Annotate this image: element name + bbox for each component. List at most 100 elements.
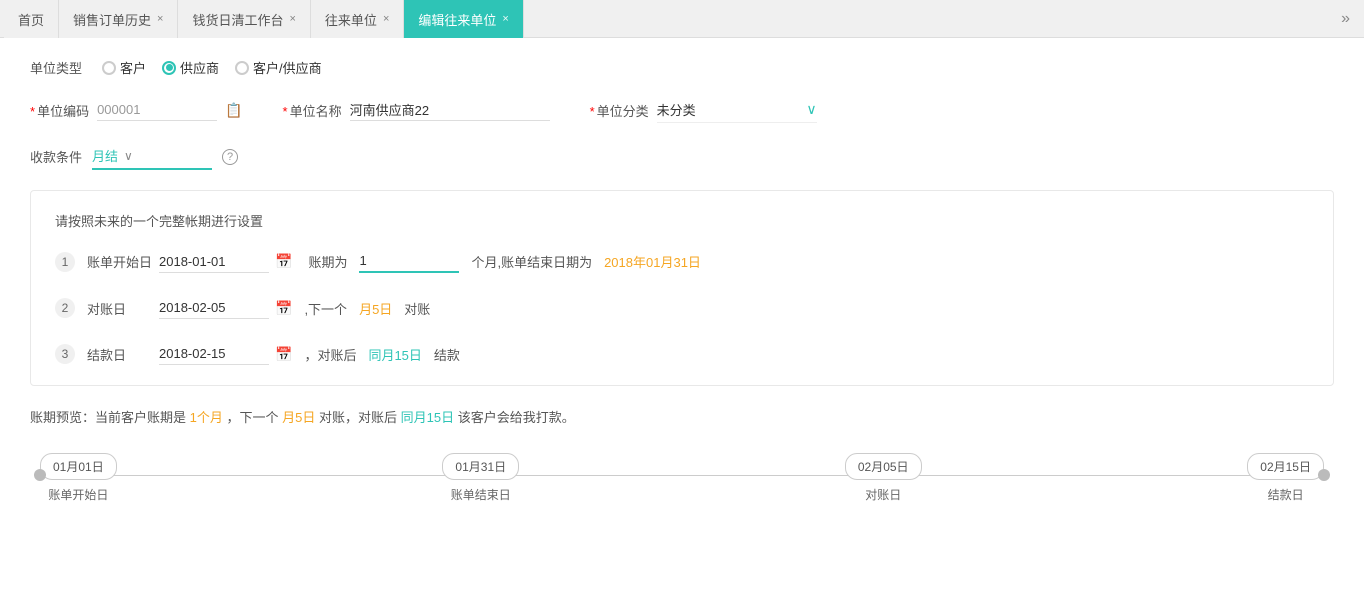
row-num-1: 1 xyxy=(55,252,75,272)
unit-name-input[interactable] xyxy=(350,99,550,121)
radio-supplier[interactable]: 供应商 xyxy=(162,58,219,77)
calendar-icon-3[interactable]: 📅 xyxy=(275,346,292,363)
tab-units[interactable]: 往来单位 × xyxy=(311,0,404,38)
row-label-2: 对账日 xyxy=(87,299,147,318)
preview-part5: 同月15日 xyxy=(401,410,454,425)
unit-category-value: 未分类 xyxy=(657,100,801,119)
radio-supplier-label: 供应商 xyxy=(180,58,219,77)
radio-supplier-circle xyxy=(162,61,176,75)
timeline-items: 01月01日 账单开始日 01月31日 账单结束日 02月05日 对账日 02月… xyxy=(40,453,1324,503)
timeline-end-dot xyxy=(1318,469,1330,481)
unit-code-label: *单位编码 xyxy=(30,101,89,120)
tab-units-close[interactable]: × xyxy=(383,13,389,25)
unit-category-label: *单位分类 xyxy=(590,101,649,120)
date-field-2: 📅 xyxy=(159,297,292,319)
row-label-1: 账单开始日 xyxy=(87,252,147,271)
preview-part3: 月5日 xyxy=(282,410,315,425)
timeline-item-4: 02月15日 结款日 xyxy=(1247,453,1324,503)
row2-suffix-highlight: 月5日 xyxy=(359,299,392,318)
preview-part6: 该客户会给我打款。 xyxy=(458,410,575,425)
tab-sales-history[interactable]: 销售订单历史 × xyxy=(59,0,178,38)
timeline-label-3: 对账日 xyxy=(865,486,901,503)
unit-name-label: *单位名称 xyxy=(283,101,342,120)
unit-category-dropdown[interactable]: 未分类 ∨ xyxy=(657,97,817,123)
tab-bar: 首页 销售订单历史 × 钱货日清工作台 × 往来单位 × 编辑往来单位 × » xyxy=(0,0,1364,38)
unit-info-row: *单位编码 📋 *单位名称 *单位分类 未分类 ∨ xyxy=(30,97,1334,123)
date-input-2[interactable] xyxy=(159,297,269,319)
timeline-label-2: 账单结束日 xyxy=(451,486,511,503)
tab-cashwork-label: 钱货日清工作台 xyxy=(192,10,283,29)
date-field-3: 📅 xyxy=(159,343,292,365)
unit-code-star: * xyxy=(30,104,35,119)
timeline-container: 01月01日 账单开始日 01月31日 账单结束日 02月05日 对账日 02月… xyxy=(30,453,1334,503)
payment-condition-arrow: ∨ xyxy=(124,149,133,163)
unit-code-input[interactable] xyxy=(97,99,217,121)
date-input-3[interactable] xyxy=(159,343,269,365)
date-input-1[interactable] xyxy=(159,251,269,273)
date-field-1: 📅 xyxy=(159,251,292,273)
tab-expand-button[interactable]: » xyxy=(1331,0,1360,37)
settings-row-1: 1 账单开始日 📅 账期为 个月,账单结束日期为 2018年01月31日 xyxy=(55,250,1309,273)
row3-suffix-prefix: ，对账后 xyxy=(304,345,356,364)
unit-type-row: 单位类型 客户 供应商 客户/供应商 xyxy=(30,58,1334,77)
unit-category-star: * xyxy=(590,104,595,119)
tab-sales-history-close[interactable]: × xyxy=(157,13,163,25)
unit-name-group: *单位名称 xyxy=(283,99,550,121)
tab-edit-units-label: 编辑往来单位 xyxy=(418,10,496,29)
payment-condition-value: 月结 xyxy=(92,146,118,165)
timeline-item-1: 01月01日 账单开始日 xyxy=(40,453,117,503)
unit-code-group: *单位编码 📋 xyxy=(30,99,243,121)
radio-both[interactable]: 客户/供应商 xyxy=(235,58,322,77)
preview-part2: ，下一个 xyxy=(227,410,279,425)
unit-category-arrow: ∨ xyxy=(806,101,816,118)
radio-customer-label: 客户 xyxy=(120,58,146,77)
preview-section: 账期预览：当前客户账期是 1个月 ，下一个 月5日 对账，对账后 同月15日 该… xyxy=(30,406,1334,429)
tab-edit-units-close[interactable]: × xyxy=(502,13,508,25)
radio-customer[interactable]: 客户 xyxy=(102,58,146,77)
settings-row-2: 2 对账日 📅 ,下一个 月5日 对账 xyxy=(55,297,1309,319)
period-prefix-1: 账期为 xyxy=(308,252,347,271)
payment-condition-label: 收款条件 xyxy=(30,147,82,166)
unit-name-star: * xyxy=(283,104,288,119)
timeline-badge-3: 02月05日 xyxy=(845,453,922,480)
radio-both-circle xyxy=(235,61,249,75)
timeline-item-3: 02月05日 对账日 xyxy=(845,453,922,503)
tab-cashwork[interactable]: 钱货日清工作台 × xyxy=(178,0,310,38)
settings-row-3: 3 结款日 📅 ，对账后 同月15日 结款 xyxy=(55,343,1309,365)
row3-suffix-normal: 结款 xyxy=(434,345,460,364)
settings-title: 请按照未来的一个完整帐期进行设置 xyxy=(55,211,1309,230)
preview-part4: 对账，对账后 xyxy=(319,410,397,425)
radio-both-label: 客户/供应商 xyxy=(253,58,322,77)
timeline-label-4: 结款日 xyxy=(1268,486,1304,503)
period-suffix-highlight: 2018年01月31日 xyxy=(604,252,701,271)
settings-box: 请按照未来的一个完整帐期进行设置 1 账单开始日 📅 账期为 个月,账单结束日期… xyxy=(30,190,1334,386)
timeline-badge-4: 02月15日 xyxy=(1247,453,1324,480)
period-suffix-normal: 个月,账单结束日期为 xyxy=(471,252,592,271)
row3-suffix-highlight: 同月15日 xyxy=(368,345,421,364)
tab-home[interactable]: 首页 xyxy=(4,0,59,38)
tab-sales-history-label: 销售订单历史 xyxy=(73,10,151,29)
row2-suffix-prefix: ,下一个 xyxy=(304,299,347,318)
period-input[interactable] xyxy=(359,250,459,273)
preview-prefix: 账期预览：当前客户账期是 xyxy=(30,410,186,425)
row2-suffix-normal: 对账 xyxy=(404,299,430,318)
tab-home-label: 首页 xyxy=(18,10,44,29)
tab-edit-units[interactable]: 编辑往来单位 × xyxy=(404,0,523,38)
tab-cashwork-close[interactable]: × xyxy=(289,13,295,25)
row-label-3: 结款日 xyxy=(87,345,147,364)
timeline-label-1: 账单开始日 xyxy=(48,486,108,503)
main-content: 单位类型 客户 供应商 客户/供应商 *单位编码 📋 xyxy=(0,38,1364,608)
unit-category-group: *单位分类 未分类 ∨ xyxy=(590,97,817,123)
tab-units-label: 往来单位 xyxy=(325,10,377,29)
payment-condition-row: 收款条件 月结 ∨ ? xyxy=(30,143,1334,170)
row-num-3: 3 xyxy=(55,344,75,364)
unit-type-radio-group: 客户 供应商 客户/供应商 xyxy=(102,58,322,77)
calendar-icon-2[interactable]: 📅 xyxy=(275,300,292,317)
row-num-2: 2 xyxy=(55,298,75,318)
unit-code-calendar-icon[interactable]: 📋 xyxy=(225,102,242,119)
calendar-icon-1[interactable]: 📅 xyxy=(275,253,292,270)
preview-part1: 1个月 xyxy=(190,410,223,425)
payment-condition-dropdown[interactable]: 月结 ∨ xyxy=(92,143,212,170)
help-icon[interactable]: ? xyxy=(222,149,238,165)
timeline-badge-1: 01月01日 xyxy=(40,453,117,480)
